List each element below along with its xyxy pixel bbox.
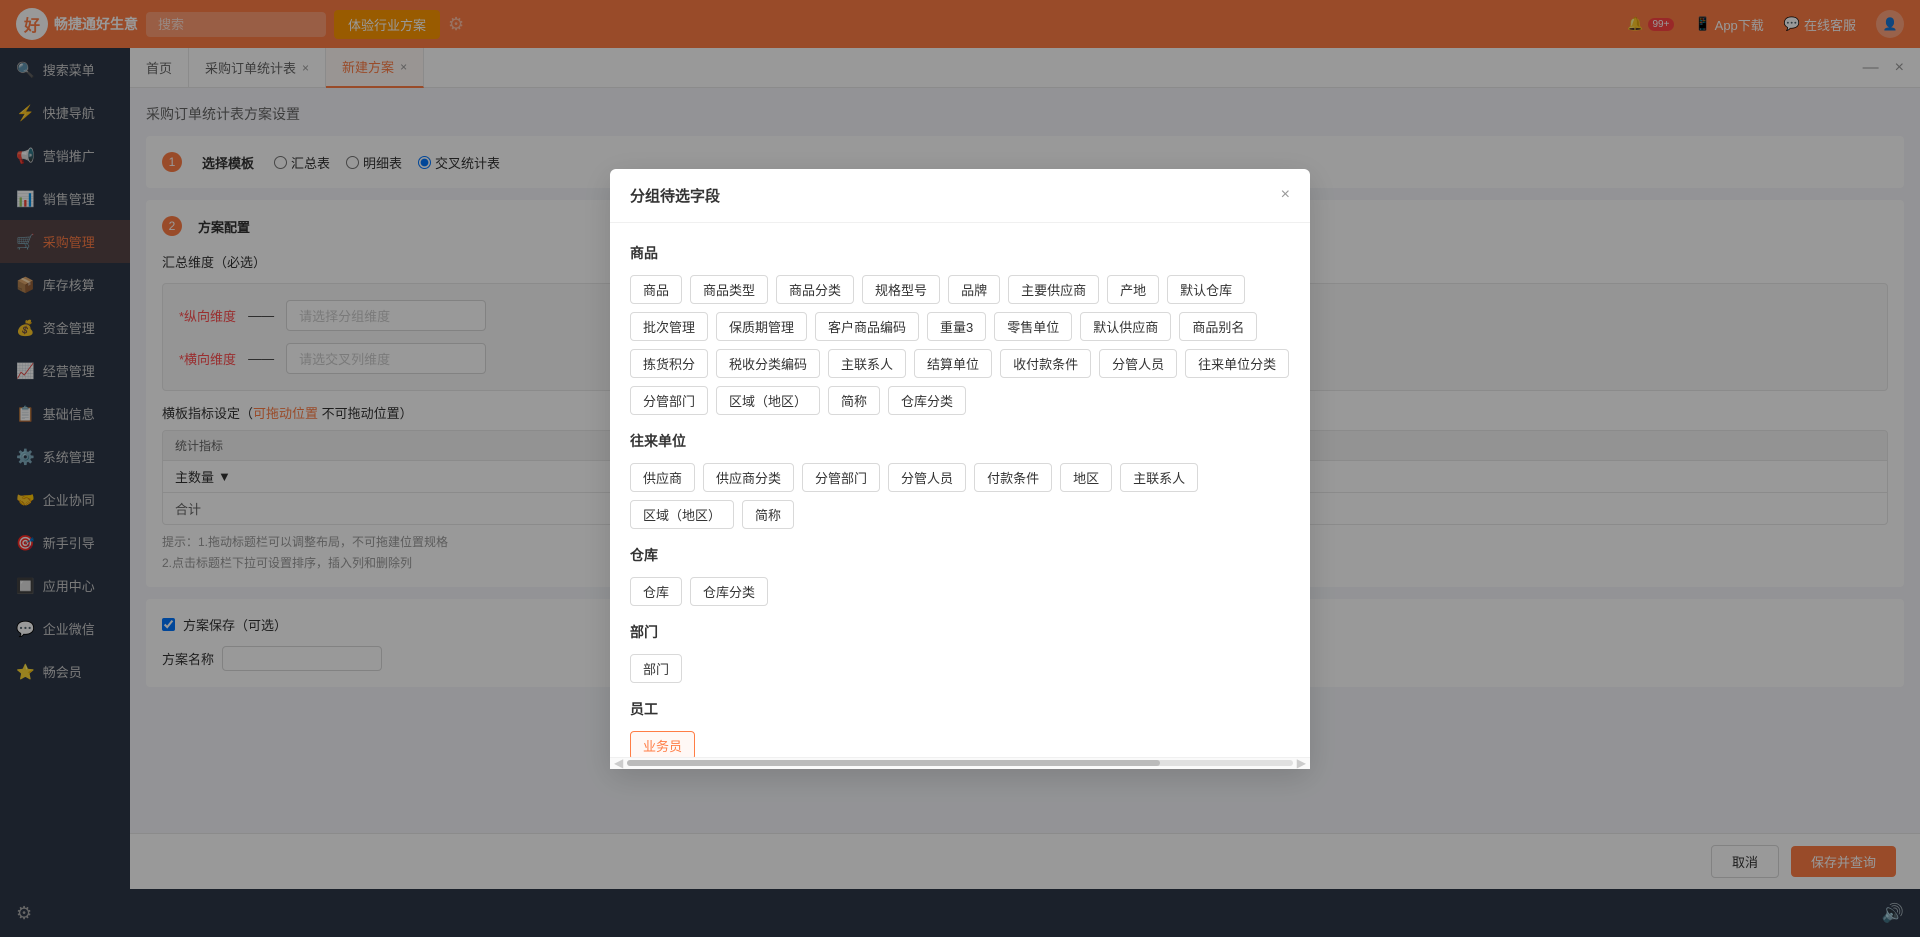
modal-body: 商品 商品 商品类型 商品分类 规格型号 品牌 主要供应商 产地 默认仓库 批次… [610,223,1310,757]
tag-origin[interactable]: 产地 [1107,275,1159,304]
tag-shelf-life[interactable]: 保质期管理 [716,312,807,341]
tag-partner-region[interactable]: 区域（地区） [630,500,734,529]
hscroll-bar[interactable] [627,760,1293,766]
partner-tag-grid: 供应商 供应商分类 分管部门 分管人员 付款条件 地区 主联系人 区域（地区） … [630,463,1290,529]
modal-title: 分组待选字段 [630,185,720,206]
tag-dept[interactable]: 部门 [630,654,682,683]
tag-goods-alias[interactable]: 商品别名 [1179,312,1257,341]
tag-weight[interactable]: 重量3 [927,312,986,341]
tag-supplier-category[interactable]: 供应商分类 [703,463,794,492]
tag-default-supplier[interactable]: 默认供应商 [1080,312,1171,341]
tag-main-contact[interactable]: 主联系人 [828,349,906,378]
tag-settlement-unit[interactable]: 结算单位 [914,349,992,378]
tag-goods-category[interactable]: 商品分类 [776,275,854,304]
tag-pay-terms[interactable]: 付款条件 [974,463,1052,492]
tag-main-supplier[interactable]: 主要供应商 [1008,275,1099,304]
tag-region-area[interactable]: 区域（地区） [716,386,820,415]
section-title-goods: 商品 [630,243,1290,263]
tag-pick-score[interactable]: 拣货积分 [630,349,708,378]
tag-warehouse-category[interactable]: 仓库分类 [888,386,966,415]
section-title-dept: 部门 [630,622,1290,642]
tag-tax-code[interactable]: 税收分类编码 [716,349,820,378]
tag-goods[interactable]: 商品 [630,275,682,304]
employee-tag-grid: 业务员 [630,731,1290,757]
modal: 分组待选字段 × 商品 商品 商品类型 商品分类 规格型号 品牌 主要供应商 产… [610,169,1310,769]
section-title-employee: 员工 [630,699,1290,719]
hscroll-right-arrow[interactable]: ▶ [1297,756,1306,770]
hscroll-thumb[interactable] [627,760,1159,766]
tag-payment-terms[interactable]: 收付款条件 [1000,349,1091,378]
tag-partner-category[interactable]: 往来单位分类 [1185,349,1289,378]
tag-partner-short[interactable]: 简称 [742,500,794,529]
tag-brand[interactable]: 品牌 [948,275,1000,304]
tag-batch-mgmt[interactable]: 批次管理 [630,312,708,341]
modal-hscroll[interactable]: ◀ ▶ [610,757,1310,769]
modal-header: 分组待选字段 × [610,169,1310,223]
tag-partner-person[interactable]: 分管人员 [888,463,966,492]
tag-default-warehouse[interactable]: 默认仓库 [1167,275,1245,304]
dept-tag-grid: 部门 [630,654,1290,683]
tag-warehouse[interactable]: 仓库 [630,577,682,606]
modal-close-icon[interactable]: × [1281,186,1290,204]
hscroll-track: ◀ ▶ [614,756,1306,770]
tag-customer-code[interactable]: 客户商品编码 [815,312,919,341]
section-title-warehouse: 仓库 [630,545,1290,565]
tag-spec-model[interactable]: 规格型号 [862,275,940,304]
warehouse-tag-grid: 仓库 仓库分类 [630,577,1290,606]
tag-warehouse-cat[interactable]: 仓库分类 [690,577,768,606]
tag-retail-unit[interactable]: 零售单位 [994,312,1072,341]
tag-goods-type[interactable]: 商品类型 [690,275,768,304]
goods-tag-grid: 商品 商品类型 商品分类 规格型号 品牌 主要供应商 产地 默认仓库 批次管理 … [630,275,1290,415]
modal-overlay: 分组待选字段 × 商品 商品 商品类型 商品分类 规格型号 品牌 主要供应商 产… [0,0,1920,937]
tag-region[interactable]: 地区 [1060,463,1112,492]
tag-partner-contact[interactable]: 主联系人 [1120,463,1198,492]
hscroll-left-arrow[interactable]: ◀ [614,756,623,770]
tag-partner-dept[interactable]: 分管部门 [802,463,880,492]
tag-supervisor[interactable]: 分管人员 [1099,349,1177,378]
tag-dept-manage[interactable]: 分管部门 [630,386,708,415]
tag-salesman[interactable]: 业务员 [630,731,695,757]
section-title-partner: 往来单位 [630,431,1290,451]
tag-short-name[interactable]: 简称 [828,386,880,415]
tag-supplier[interactable]: 供应商 [630,463,695,492]
